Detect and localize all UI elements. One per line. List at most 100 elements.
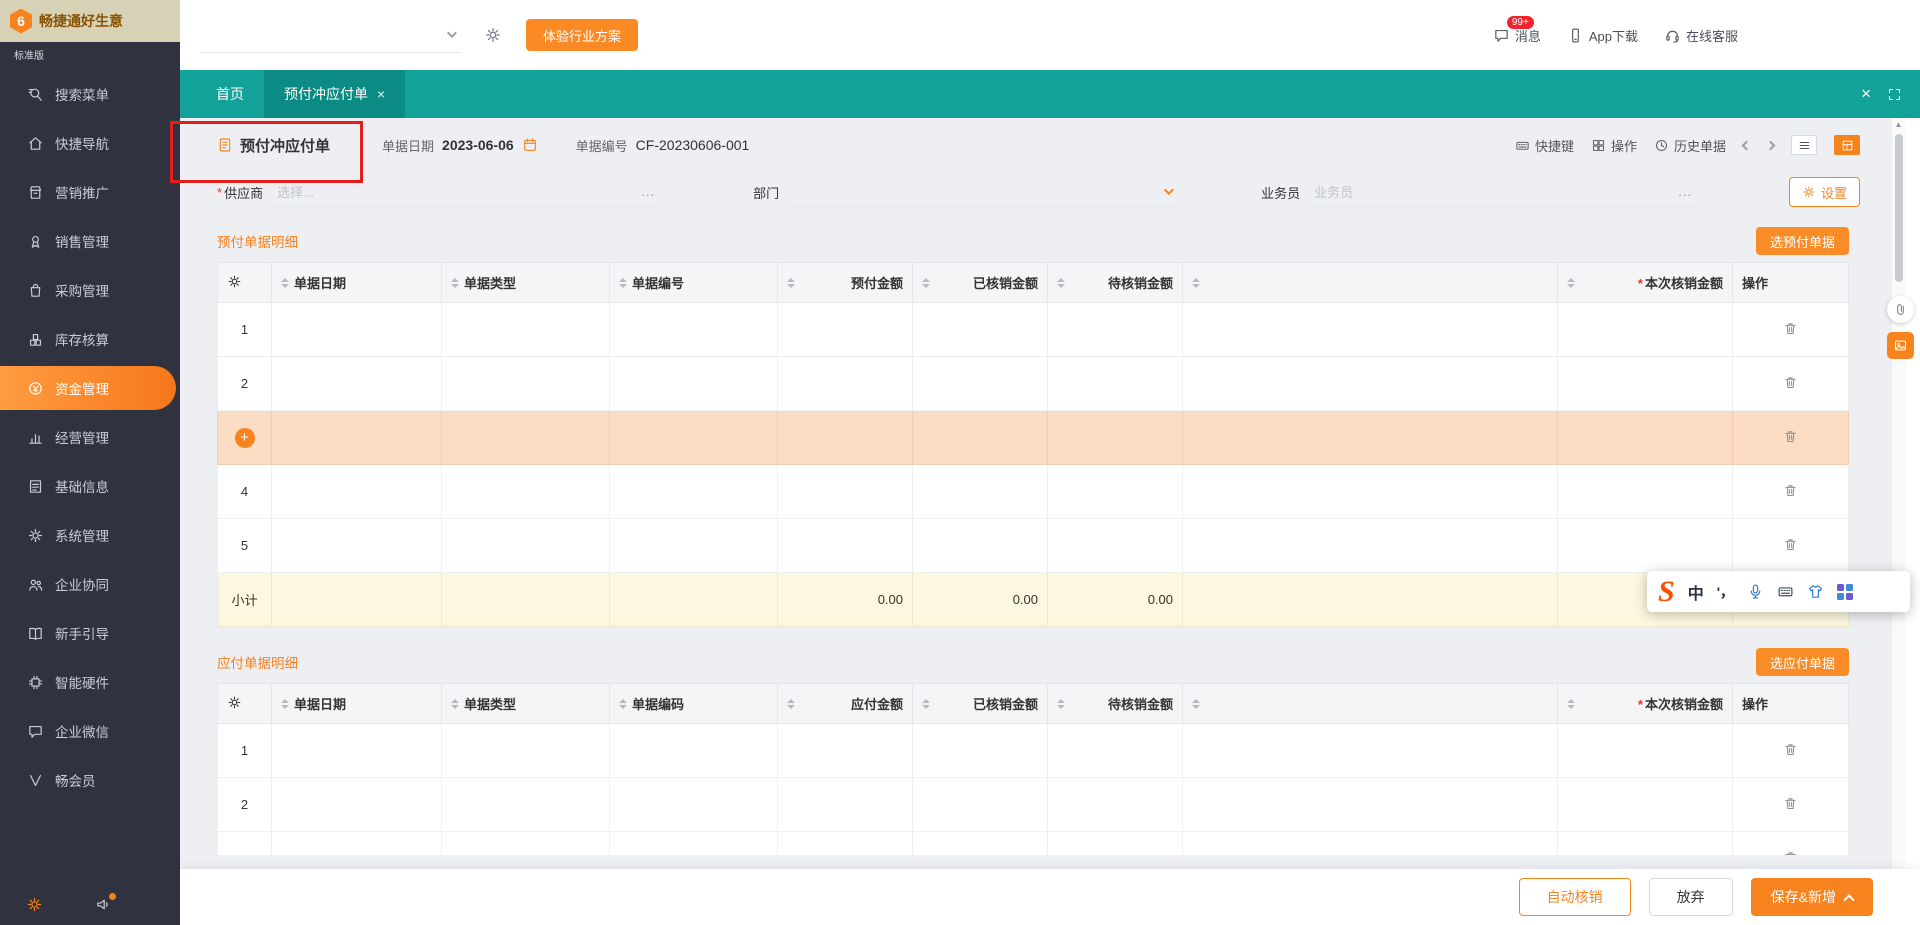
grid-cell[interactable] [609,518,778,573]
grid-cell[interactable] [1557,723,1733,778]
select-payable-docs-button[interactable]: 选应付单据 [1755,648,1849,676]
sidebar-item-member[interactable]: 畅会员 [0,758,180,802]
vertical-scrollbar[interactable]: ▲ ▼ [1891,118,1905,925]
grid-cell[interactable] [1557,518,1733,573]
sort-icon[interactable] [619,699,627,709]
grid-cell[interactable] [1182,464,1558,519]
grid-cell[interactable] [271,518,442,573]
grid-cell[interactable] [777,464,913,519]
grid-cell[interactable] [1182,777,1558,832]
delete-row-button[interactable] [1783,796,1798,811]
ime-punctuation-toggle[interactable]: '， [1717,582,1734,602]
sound-button[interactable] [95,893,116,913]
sort-icon[interactable] [922,278,930,288]
select-prepay-docs-button[interactable]: 选预付单据 [1755,227,1849,255]
column-header[interactable]: 单据编号 [609,262,778,303]
sidebar-item-marketing[interactable]: 营销推广 [0,170,180,214]
grid-cell[interactable] [1182,831,1558,855]
online-service-button[interactable]: 在线客服 [1664,26,1738,45]
grid-cell[interactable] [1047,777,1183,832]
delete-row-button[interactable] [1783,537,1798,552]
microphone-icon[interactable] [1747,583,1764,600]
ime-language-toggle[interactable]: 中 [1688,580,1704,604]
supplier-input[interactable]: 选择... ... [271,177,662,207]
history-docs-button[interactable]: 历史单据 [1654,136,1726,155]
sidebar-item-guide[interactable]: 新手引导 [0,611,180,655]
grid-cell[interactable] [912,831,1048,855]
grid-cell[interactable] [609,464,778,519]
sort-icon[interactable] [787,699,795,709]
grid-cell[interactable] [609,302,778,357]
grid-cell[interactable] [441,518,610,573]
tab-home[interactable]: 首页 [196,70,264,118]
grid-cell[interactable] [1557,464,1733,519]
grid-cell[interactable] [609,723,778,778]
keyboard-icon[interactable] [1777,583,1794,600]
grid-cell[interactable] [441,777,610,832]
grid-cell[interactable] [912,464,1048,519]
column-settings-header[interactable] [217,262,272,303]
attachment-button[interactable] [1887,296,1914,323]
messages-button[interactable]: 99+ 消息 [1493,14,1541,45]
date-value[interactable]: 2023-06-06 [442,137,514,153]
sidebar-item-wecom[interactable]: 企业微信 [0,709,180,753]
grid-cell[interactable] [1047,464,1183,519]
grid-cell[interactable] [271,831,442,855]
column-header[interactable]: 待核销金额 [1047,683,1183,724]
grid-cell[interactable] [271,464,442,519]
sidebar-item-nav[interactable]: 快捷导航 [0,121,180,165]
grid-cell[interactable] [912,356,1048,411]
column-header[interactable]: 预付金额 [777,262,913,303]
salesperson-input[interactable]: 业务员 ... [1308,177,1699,207]
department-select[interactable] [787,177,1178,207]
delete-row-button[interactable] [1783,321,1798,336]
shortcut-keys-button[interactable]: 快捷键 [1515,136,1574,155]
grid-cell[interactable] [1182,723,1558,778]
industry-solution-button[interactable]: 体验行业方案 [526,19,639,51]
delete-row-button[interactable] [1783,483,1798,498]
close-all-tabs-icon[interactable]: × [1861,84,1871,104]
delete-row-button[interactable] [1783,742,1798,757]
calendar-icon[interactable] [522,137,538,153]
column-settings-header[interactable] [217,683,272,724]
grid-cell[interactable] [271,302,442,357]
tab-prepay-writeoff[interactable]: 预付冲应付单 × [264,70,406,118]
sidebar-item-inventory[interactable]: 库存核算 [0,317,180,361]
sort-icon[interactable] [281,278,289,288]
grid-cell[interactable] [1047,831,1183,855]
scroll-up-icon[interactable]: ▲ [1895,118,1903,132]
column-header[interactable]: 单据类型 [441,262,610,303]
grid-cell[interactable] [1557,831,1733,855]
list-view-toggle[interactable] [1791,135,1817,155]
grid-cell[interactable] [1182,518,1558,573]
sort-icon[interactable] [787,278,795,288]
app-download-button[interactable]: App下载 [1567,26,1638,45]
sidebar-item-purchase[interactable]: 采购管理 [0,268,180,312]
sidebar-item-operation[interactable]: 经营管理 [0,415,180,459]
grid-cell[interactable] [912,723,1048,778]
sidebar-item-collab[interactable]: 企业协同 [0,562,180,606]
delete-row-button[interactable] [1783,850,1798,856]
grid-cell[interactable] [777,410,913,465]
image-button[interactable] [1887,332,1914,359]
grid-cell[interactable] [777,723,913,778]
grid-cell[interactable] [777,302,913,357]
more-options-icon[interactable]: ... [641,184,655,199]
column-header[interactable]: 待核销金额 [1047,262,1183,303]
more-options-icon[interactable]: ... [1678,184,1692,199]
sidebar-item-search[interactable]: 搜索菜单 [0,72,180,116]
sort-icon[interactable] [281,699,289,709]
column-header[interactable]: * 本次核销金额 [1557,683,1733,724]
skin-icon[interactable] [1807,583,1824,600]
grid-cell[interactable] [441,464,610,519]
column-header[interactable]: 单据类型 [441,683,610,724]
sort-icon[interactable] [1192,699,1200,709]
grid-cell[interactable] [1047,410,1183,465]
grid-cell[interactable] [912,302,1048,357]
delete-row-button[interactable] [1783,375,1798,390]
grid-cell[interactable] [441,356,610,411]
chevron-down-icon[interactable] [1164,185,1174,196]
grid-cell[interactable] [441,831,610,855]
delete-row-button[interactable] [1783,429,1798,444]
grid-cell[interactable] [609,777,778,832]
